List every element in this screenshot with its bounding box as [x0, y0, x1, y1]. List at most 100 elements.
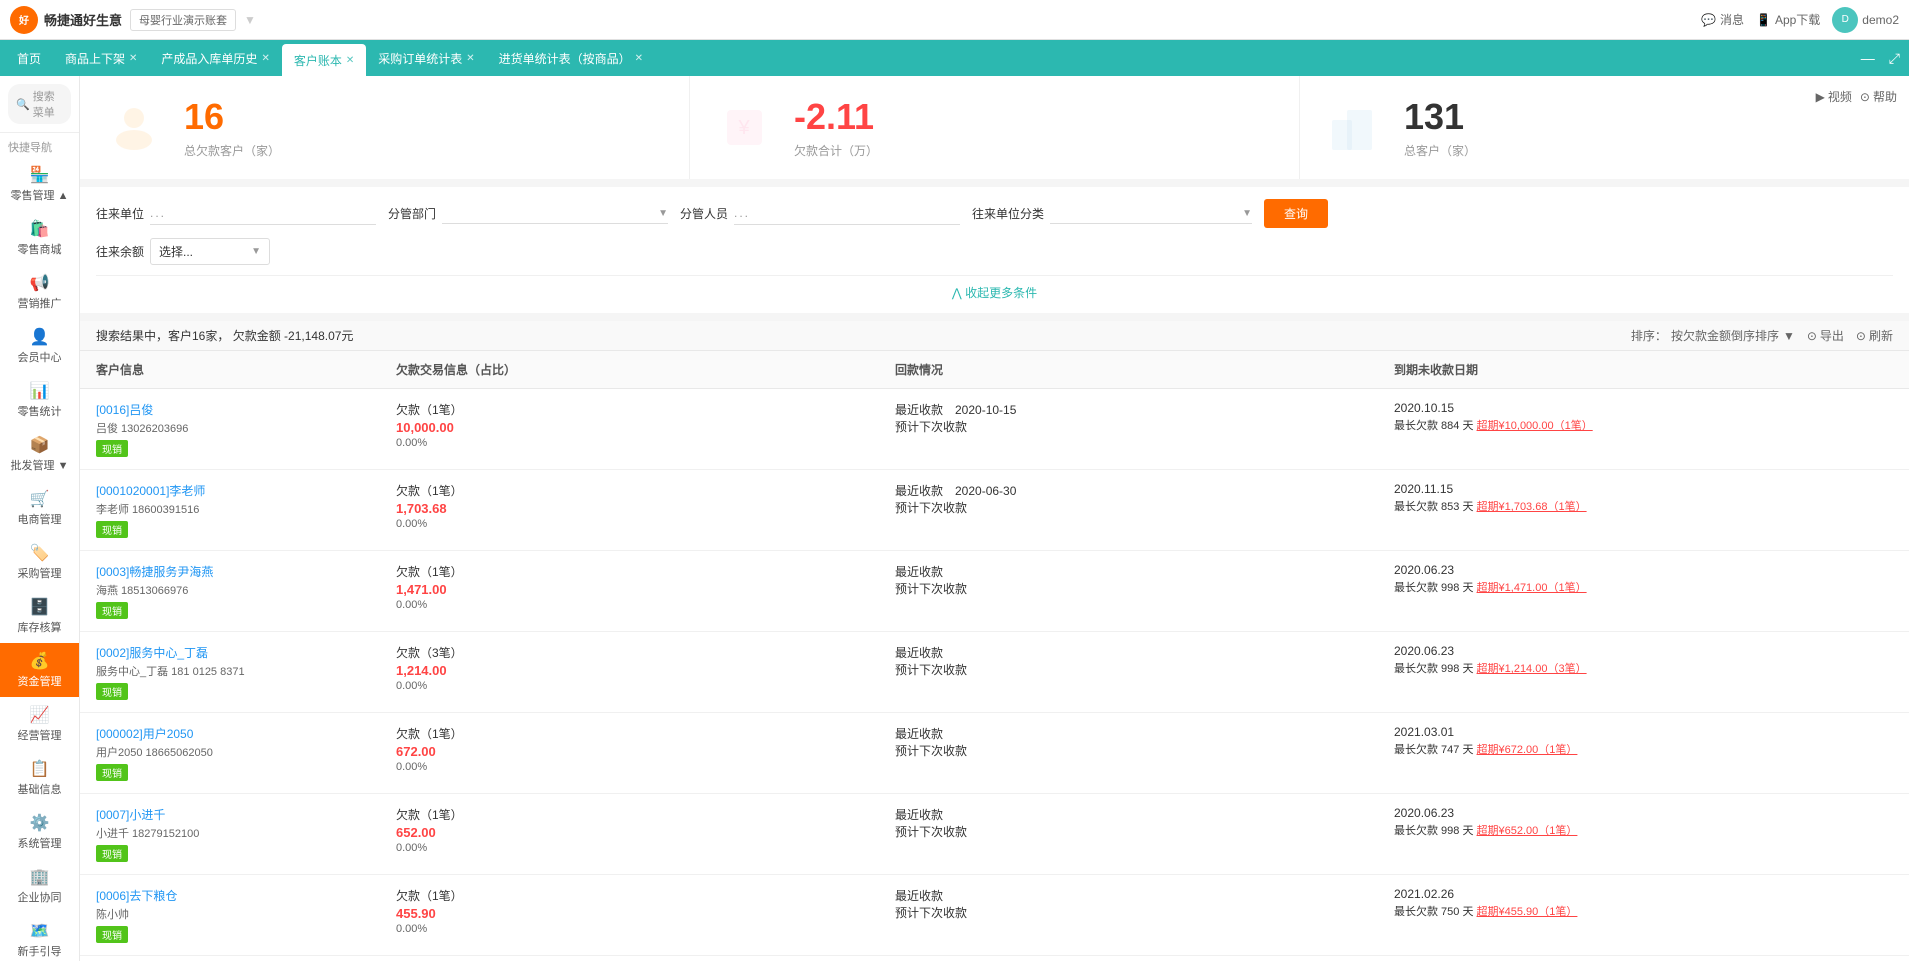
app-download-button[interactable]: 📱 App下载: [1756, 11, 1820, 28]
message-button[interactable]: 💬 消息: [1701, 11, 1744, 28]
overdue-days-6: 最长欠款 750 天 超期¥455.90（1笔）: [1394, 903, 1893, 919]
sidebar-item-batch-mgmt[interactable]: 📦 批发管理 ▼: [0, 427, 79, 481]
tab-import-stats-close[interactable]: ✕: [635, 53, 643, 64]
debt-customers-label: 总欠款客户（家）: [184, 142, 280, 159]
overdue-link-5[interactable]: 超期¥652.00（1笔）: [1477, 825, 1578, 837]
tab-customer-account[interactable]: 客户账本 ✕: [282, 44, 366, 76]
customer-name-1[interactable]: [0001020001]李老师: [96, 482, 396, 499]
customer-name-2[interactable]: [0003]畅捷服务尹海燕: [96, 563, 396, 580]
overdue-link-6[interactable]: 超期¥455.90（1笔）: [1477, 906, 1578, 918]
customer-name-3[interactable]: [0002]服务中心_丁磊: [96, 644, 396, 661]
tab-minimize-button[interactable]: —: [1857, 48, 1879, 69]
tab-products[interactable]: 商品上下架 ✕: [53, 44, 149, 72]
overdue-link-2[interactable]: 超期¥1,471.00（1笔）: [1477, 582, 1587, 594]
tab-purchase-order-close[interactable]: ✕: [466, 53, 474, 64]
search-button[interactable]: 查询: [1264, 199, 1328, 228]
avatar: D: [1832, 7, 1858, 33]
help-button[interactable]: ⊙ 帮助: [1860, 88, 1897, 105]
customer-name-0[interactable]: [0016]吕俊: [96, 401, 396, 418]
tab-products-close[interactable]: ✕: [129, 53, 137, 64]
manager-input[interactable]: ...: [734, 202, 960, 225]
sidebar-search-box[interactable]: 🔍 搜索菜单: [8, 84, 71, 124]
customer-name-4[interactable]: [000002]用户2050: [96, 725, 396, 742]
customer-info-4: [000002]用户2050 用户2050 18665062050 现销: [96, 725, 396, 781]
sidebar-item-retail-stats[interactable]: 📊 零售统计: [0, 373, 79, 427]
sidebar-item-basic-info[interactable]: 📋 基础信息: [0, 751, 79, 805]
overdue-link-1[interactable]: 超期¥1,703.68（1笔）: [1477, 501, 1587, 513]
overdue-info-2: 2020.06.23 最长欠款 998 天 超期¥1,471.00（1笔）: [1394, 563, 1893, 595]
customer-contact-1: 李老师 18600391516: [96, 501, 396, 517]
balance-arrow: ▼: [251, 246, 261, 257]
tab-home[interactable]: 首页: [5, 44, 53, 72]
sort-select[interactable]: 排序： 按欠款金额倒序排序 ▼: [1631, 327, 1795, 344]
main-layout: 🔍 搜索菜单 快捷导航 🏪 零售管理 ▲ 🛍️ 零售商城 📢 营销推广 👤 会员…: [0, 76, 1909, 961]
debt-info-3: 欠款（3笔） 1,214.00 0.00%: [396, 644, 895, 692]
tab-customer-account-close[interactable]: ✕: [346, 55, 354, 66]
view-button[interactable]: ▶ 视频: [1816, 88, 1852, 105]
logo-text: 畅捷通好生意: [44, 10, 122, 29]
tab-maximize-button[interactable]: ⤢: [1885, 48, 1904, 69]
tab-production-close[interactable]: ✕: [261, 53, 269, 64]
last-payment-label-1: 最近收款 2020-06-30: [895, 482, 1394, 499]
tab-bar-end: — ⤢: [1857, 48, 1904, 69]
sidebar-item-guide[interactable]: 🗺️ 新手引导: [0, 913, 79, 961]
department-input[interactable]: ▼: [442, 204, 668, 224]
unit-category-input[interactable]: ▼: [1050, 204, 1252, 224]
sidebar-item-system[interactable]: ⚙️ 系统管理: [0, 805, 79, 859]
refresh-button[interactable]: ⊙ 刷新: [1856, 327, 1893, 344]
top-bar-right: 💬 消息 📱 App下载 D demo2: [1701, 7, 1899, 33]
result-actions: 排序： 按欠款金额倒序排序 ▼ ⊙ 导出 ⊙ 刷新: [1631, 327, 1893, 344]
customer-name-5[interactable]: [0007]小进千: [96, 806, 396, 823]
table-row: [0001020001]李老师 李老师 18600391516 现销 欠款（1笔…: [80, 470, 1909, 551]
overdue-info-3: 2020.06.23 最长欠款 998 天 超期¥1,214.00（3笔）: [1394, 644, 1893, 676]
last-payment-label-6: 最近收款: [895, 887, 1394, 904]
sidebar-item-retail-mgmt[interactable]: 🏪 零售管理 ▲: [0, 157, 79, 211]
debt-info-2: 欠款（1笔） 1,471.00 0.00%: [396, 563, 895, 611]
ecommerce-icon: 🛒: [5, 489, 74, 509]
debt-amount-2[interactable]: 1,471.00: [396, 582, 895, 597]
export-icon: ⊙: [1807, 329, 1817, 343]
debt-amount-value: -2.11: [794, 96, 878, 138]
debt-amount-0[interactable]: 10,000.00: [396, 420, 895, 435]
filter-manager: 分管人员 ...: [680, 202, 960, 225]
source-unit-input[interactable]: ...: [150, 202, 376, 225]
overdue-link-4[interactable]: 超期¥672.00（1笔）: [1477, 744, 1578, 756]
balance-select[interactable]: 选择... ▼: [150, 238, 270, 265]
sidebar-item-purchase[interactable]: 🏷️ 采购管理: [0, 535, 79, 589]
sidebar-item-marketing[interactable]: 📢 营销推广: [0, 265, 79, 319]
debt-amount-4[interactable]: 672.00: [396, 744, 895, 759]
debt-amount-5[interactable]: 652.00: [396, 825, 895, 840]
tab-purchase-order[interactable]: 采购订单统计表 ✕: [366, 44, 486, 72]
sidebar-item-ecommerce[interactable]: 🛒 电商管理: [0, 481, 79, 535]
user-menu[interactable]: D demo2: [1832, 7, 1899, 33]
overdue-info-0: 2020.10.15 最长欠款 884 天 超期¥10,000.00（1笔）: [1394, 401, 1893, 433]
customer-name-6[interactable]: [0006]去下粮仓: [96, 887, 396, 904]
collapse-bar[interactable]: ⋀ 收起更多条件: [96, 275, 1893, 301]
debt-amount-6[interactable]: 455.90: [396, 906, 895, 921]
sidebar-item-operation[interactable]: 📈 经营管理: [0, 697, 79, 751]
last-payment-label-0: 最近收款 2020-10-15: [895, 401, 1394, 418]
sidebar-item-capital[interactable]: 💰 资金管理: [0, 643, 79, 697]
customer-badge-5: 现销: [96, 845, 128, 862]
search-icon: 🔍: [16, 98, 30, 111]
tab-import-stats[interactable]: 进货单统计表（按商品） ✕: [487, 44, 655, 72]
debt-amount-label: 欠款合计（万）: [794, 142, 878, 159]
overdue-link-0[interactable]: 超期¥10,000.00（1笔）: [1477, 420, 1593, 432]
sidebar-item-inventory[interactable]: 🗄️ 库存核算: [0, 589, 79, 643]
debt-amount-3[interactable]: 1,214.00: [396, 663, 895, 678]
overdue-days-4: 最长欠款 747 天 超期¥672.00（1笔）: [1394, 741, 1893, 757]
result-info-text: 搜索结果中，客户16家， 欠款金额 -21,148.07元: [96, 327, 353, 344]
overdue-link-3[interactable]: 超期¥1,214.00（3笔）: [1477, 663, 1587, 675]
stat-debt-customers-info: 16 总欠款客户（家）: [184, 96, 280, 159]
customer-badge-0: 现销: [96, 440, 128, 457]
system-name[interactable]: 母婴行业演示账套: [130, 9, 236, 31]
export-button[interactable]: ⊙ 导出: [1807, 327, 1844, 344]
debt-amount-1[interactable]: 1,703.68: [396, 501, 895, 516]
sidebar-item-enterprise[interactable]: 🏢 企业协同: [0, 859, 79, 913]
sidebar-item-member[interactable]: 👤 会员中心: [0, 319, 79, 373]
sidebar-item-retail-store[interactable]: 🛍️ 零售商城: [0, 211, 79, 265]
col-header-overdue: 到期未收款日期: [1394, 361, 1893, 378]
tab-production[interactable]: 产成品入库单历史 ✕: [149, 44, 281, 72]
customer-contact-3: 服务中心_丁磊 181 0125 8371: [96, 663, 396, 679]
customer-contact-0: 吕俊 13026203696: [96, 420, 396, 436]
